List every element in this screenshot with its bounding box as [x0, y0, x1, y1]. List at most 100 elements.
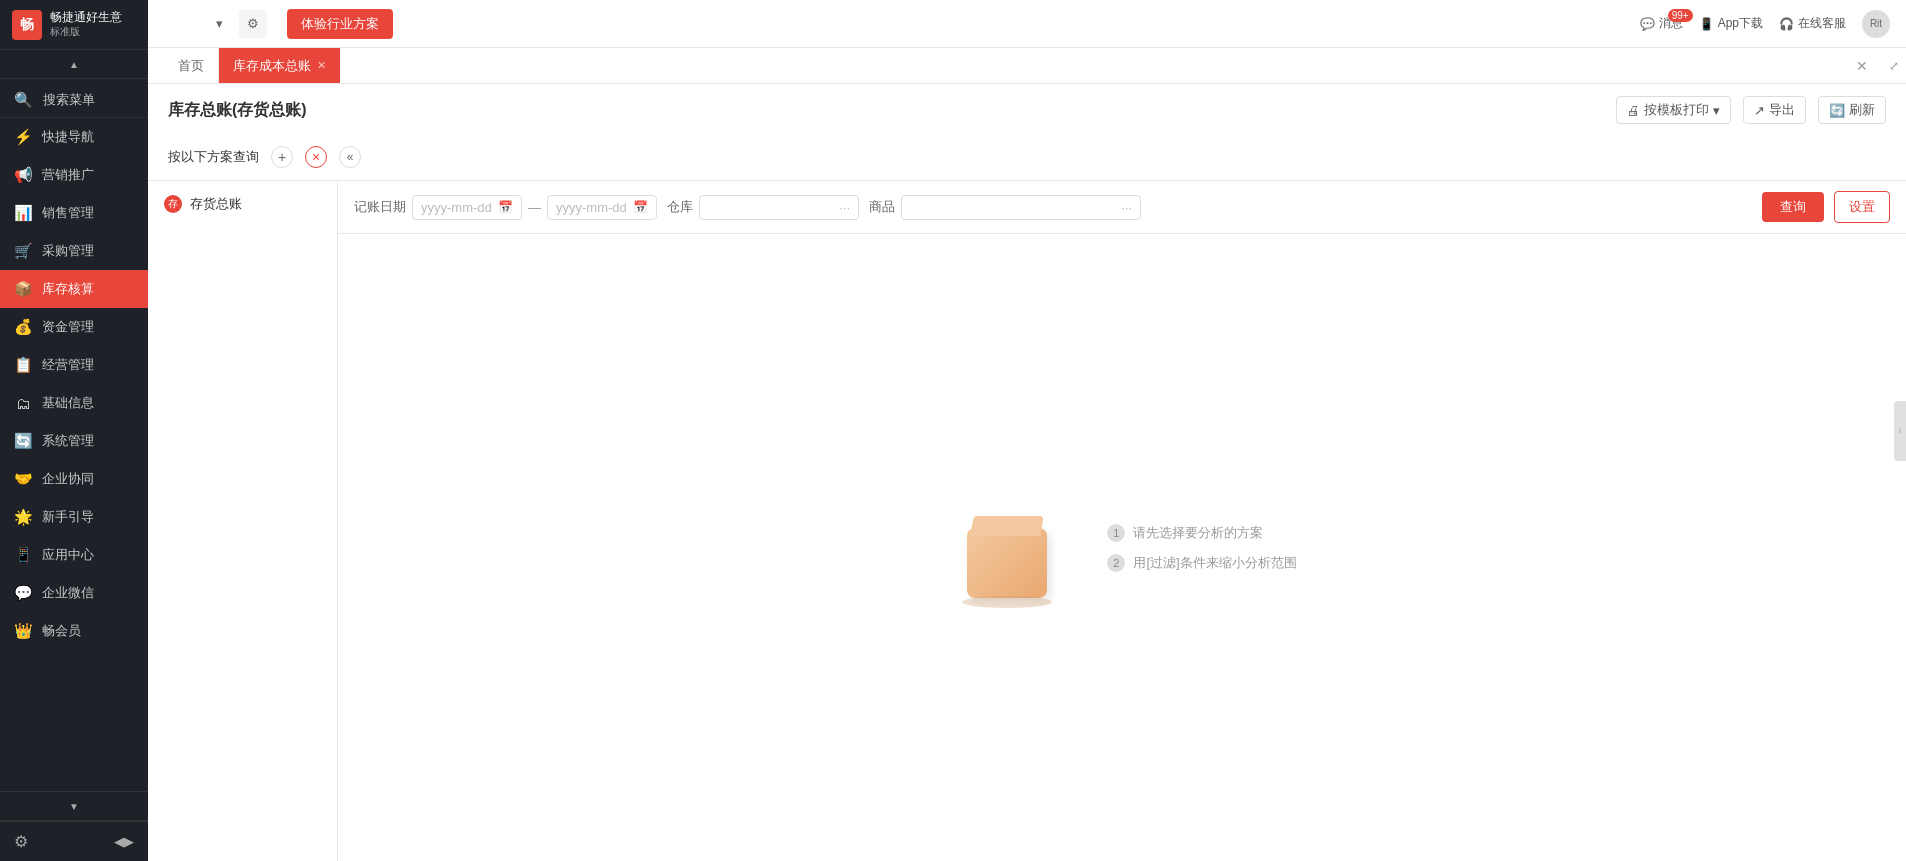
app-center-icon: 📱: [14, 546, 32, 564]
page-header: 库存总账(存货总账) 🖨 按模板打印 ▾ ↗ 导出 🔄 刷新: [148, 84, 1906, 181]
topbar: ▾ ⚙ 体验行业方案 💬 消息 99+ 📱 App下载 🎧 在线客服: [148, 0, 1906, 48]
sidebar-item-quick-nav[interactable]: ⚡ 快捷导航: [0, 118, 148, 156]
module-dropdown[interactable]: ▾: [164, 15, 223, 32]
print-btn[interactable]: 🖨 按模板打印 ▾: [1616, 96, 1731, 124]
filter-label: 按以下方案查询: [168, 148, 259, 166]
sidebar-item-basic-info[interactable]: 🗂 基础信息: [0, 384, 148, 422]
empty-tips: 1 请先选择要分析的方案 2 用[过滤]条件来缩小分析范围: [1107, 524, 1296, 572]
tab-inventory-ledger-label: 库存成本总账: [233, 57, 311, 75]
date-start-input[interactable]: yyyy-mm-dd 📅: [412, 195, 522, 220]
filter-row: 按以下方案查询 + × «: [168, 136, 1886, 180]
sidebar-item-app-center[interactable]: 📱 应用中心: [0, 536, 148, 574]
app-download-label: App下载: [1718, 15, 1763, 32]
purchase-icon: 🛒: [14, 242, 32, 260]
query-area: 记账日期 yyyy-mm-dd 📅 — yyyy-mm-dd 📅 仓库: [338, 181, 1906, 861]
scheme-item-inventory-ledger[interactable]: 存 存货总账: [148, 185, 337, 223]
sidebar-item-label: 经营管理: [42, 356, 94, 374]
goods-more-icon: ···: [1121, 200, 1132, 215]
print-icon: 🖨: [1627, 103, 1640, 118]
app-download-btn[interactable]: 📱 App下载: [1699, 15, 1763, 32]
tab-inventory-ledger[interactable]: 库存成本总账 ✕: [219, 48, 340, 83]
sidebar-item-purchase[interactable]: 🛒 采购管理: [0, 232, 148, 270]
sales-icon: 📊: [14, 204, 32, 222]
sidebar-item-sales[interactable]: 📊 销售管理: [0, 194, 148, 232]
refresh-btn[interactable]: 🔄 刷新: [1818, 96, 1886, 124]
sidebar-item-newbie[interactable]: 🌟 新手引导: [0, 498, 148, 536]
sidebar-item-label: 畅会员: [42, 622, 81, 640]
sidebar-item-system[interactable]: 🔄 系统管理: [0, 422, 148, 460]
tip-text-2: 用[过滤]条件来缩小分析范围: [1133, 554, 1296, 572]
marketing-icon: 📢: [14, 166, 32, 184]
sidebar-item-member[interactable]: 👑 畅会员: [0, 612, 148, 650]
empty-state: 1 请先选择要分析的方案 2 用[过滤]条件来缩小分析范围: [338, 234, 1906, 861]
sidebar-item-label: 销售管理: [42, 204, 94, 222]
app-name: 畅捷通好生意: [50, 10, 122, 26]
tip-text-1: 请先选择要分析的方案: [1133, 524, 1263, 542]
calendar-end-icon: 📅: [633, 200, 648, 214]
empty-tip-1: 1 请先选择要分析的方案: [1107, 524, 1296, 542]
page-content: 库存总账(存货总账) 🖨 按模板打印 ▾ ↗ 导出 🔄 刷新: [148, 84, 1906, 861]
filter-add-btn[interactable]: +: [271, 146, 293, 168]
scheme-icon: 存: [164, 195, 182, 213]
right-sidebar-toggle[interactable]: ›: [1894, 401, 1906, 461]
export-btn[interactable]: ↗ 导出: [1743, 96, 1806, 124]
resize-btn[interactable]: ⤢: [1882, 54, 1906, 78]
industry-btn[interactable]: 体验行业方案: [287, 9, 393, 39]
tab-close-icon[interactable]: ✕: [317, 59, 326, 72]
sidebar-item-label: 应用中心: [42, 546, 94, 564]
sidebar-item-label: 库存核算: [42, 280, 94, 298]
topbar-left: ▾ ⚙ 体验行业方案: [164, 9, 1640, 39]
empty-illustration: [947, 488, 1067, 608]
sidebar-item-operations[interactable]: 📋 经营管理: [0, 346, 148, 384]
quick-nav-icon: ⚡: [14, 128, 32, 146]
filter-panel: 存 存货总账: [148, 181, 338, 861]
headset-icon: 🎧: [1779, 17, 1794, 31]
online-support-btn[interactable]: 🎧 在线客服: [1779, 15, 1846, 32]
operations-icon: 📋: [14, 356, 32, 374]
basic-info-icon: 🗂: [14, 395, 32, 412]
sidebar-item-enterprise[interactable]: 🤝 企业协同: [0, 460, 148, 498]
date-separator: —: [528, 200, 541, 215]
sidebar-settings-btn[interactable]: ⚙: [14, 832, 28, 851]
settings-btn[interactable]: 设置: [1834, 191, 1890, 223]
date-end-input[interactable]: yyyy-mm-dd 📅: [547, 195, 657, 220]
content-area: 存 存货总账 记账日期 yyyy-mm-dd 📅 —: [148, 181, 1906, 861]
app-version: 标准版: [50, 25, 122, 39]
scheme-icon-text: 存: [168, 197, 178, 211]
newbie-icon: 🌟: [14, 508, 32, 526]
sidebar-item-inventory[interactable]: 📦 库存核算: [0, 270, 148, 308]
current-module-label: [164, 15, 212, 32]
query-btn[interactable]: 查询: [1762, 192, 1824, 222]
sidebar-scroll-down[interactable]: ▼: [64, 796, 84, 816]
close-all-tabs-btn[interactable]: ✕: [1850, 54, 1874, 78]
tab-home-label: 首页: [178, 57, 204, 75]
message-btn[interactable]: 💬 消息 99+: [1640, 15, 1683, 32]
date-end-placeholder: yyyy-mm-dd: [556, 200, 627, 215]
empty-tip-2: 2 用[过滤]条件来缩小分析范围: [1107, 554, 1296, 572]
sidebar-item-wechat[interactable]: 💬 企业微信: [0, 574, 148, 612]
goods-label: 商品: [869, 198, 895, 216]
sidebar-item-label: 搜索菜单: [43, 91, 95, 109]
sidebar-item-label: 资金管理: [42, 318, 94, 336]
filter-remove-btn[interactable]: ×: [305, 146, 327, 168]
sidebar-item-finance[interactable]: 💰 资金管理: [0, 308, 148, 346]
topbar-settings-btn[interactable]: ⚙: [239, 10, 267, 38]
goods-select[interactable]: ···: [901, 195, 1141, 220]
user-avatar[interactable]: Rit: [1862, 10, 1890, 38]
wechat-icon: 💬: [14, 584, 32, 602]
warehouse-select[interactable]: ···: [699, 195, 859, 220]
sidebar-item-label: 基础信息: [42, 394, 94, 412]
sidebar-item-marketing[interactable]: 📢 营销推广: [0, 156, 148, 194]
refresh-icon: 🔄: [1829, 103, 1845, 118]
phone-icon: 📱: [1699, 17, 1714, 31]
tab-home[interactable]: 首页: [164, 48, 219, 83]
filter-collapse-btn[interactable]: «: [339, 146, 361, 168]
sidebar-scroll-up[interactable]: ▲: [64, 54, 84, 74]
tip-num-1: 1: [1107, 524, 1125, 542]
date-field: 记账日期 yyyy-mm-dd 📅 — yyyy-mm-dd 📅: [354, 195, 657, 220]
sidebar-item-label: 系统管理: [42, 432, 94, 450]
page-actions: 🖨 按模板打印 ▾ ↗ 导出 🔄 刷新: [1616, 96, 1886, 124]
sidebar-collapse-btn[interactable]: ◀▶: [114, 834, 134, 849]
enterprise-icon: 🤝: [14, 470, 32, 488]
sidebar-item-search-menu[interactable]: 🔍 搜索菜单: [0, 83, 148, 118]
